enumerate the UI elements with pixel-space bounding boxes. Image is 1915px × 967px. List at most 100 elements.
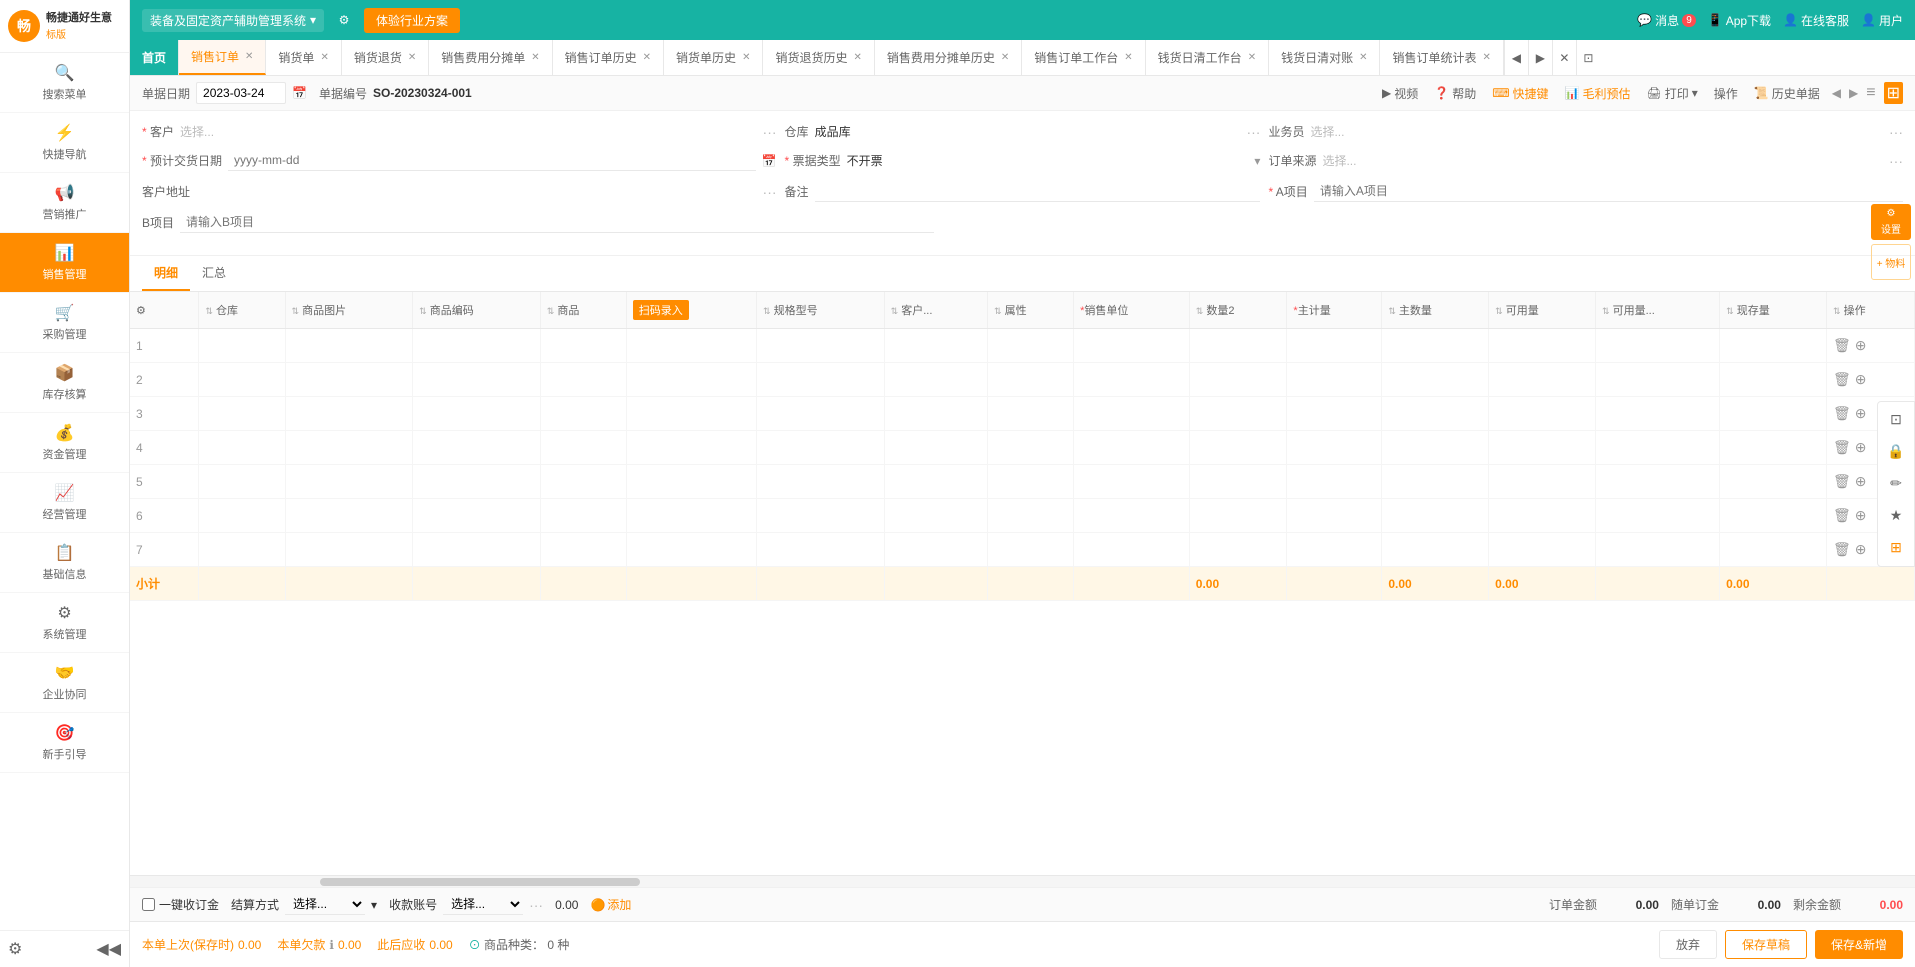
a-project-input[interactable] bbox=[1314, 181, 1903, 202]
tab-close-1[interactable]: ✕ bbox=[245, 51, 253, 62]
tab-5[interactable]: 销售订单历史✕ bbox=[553, 40, 664, 75]
history-button[interactable]: 📜 历史单据 bbox=[1750, 83, 1824, 104]
sidebar-item-库存核算[interactable]: 📦库存核算 bbox=[0, 353, 129, 413]
copy-icon[interactable]: ⊕ bbox=[1855, 337, 1867, 354]
tab-7[interactable]: 销货退货历史✕ bbox=[763, 40, 874, 75]
tab-nav-btn-0[interactable]: ◀ bbox=[1504, 40, 1528, 76]
copy-icon[interactable]: ⊕ bbox=[1855, 371, 1867, 388]
tab-close-12[interactable]: ✕ bbox=[1483, 52, 1491, 63]
tab-8[interactable]: 销售费用分摊单历史✕ bbox=[875, 40, 1022, 75]
tab-close-4[interactable]: ✕ bbox=[531, 52, 539, 63]
one-click-checkbox[interactable]: 一键收订金 bbox=[142, 896, 219, 913]
warehouse-more-icon[interactable]: ··· bbox=[1246, 124, 1260, 140]
list-view-icon[interactable]: ≡ bbox=[1866, 84, 1875, 102]
profit-button[interactable]: 📊 毛利预估 bbox=[1561, 83, 1635, 104]
delete-icon[interactable]: 🗑 bbox=[1833, 405, 1851, 422]
tab-close-2[interactable]: ✕ bbox=[320, 52, 328, 63]
tab-close-6[interactable]: ✕ bbox=[742, 52, 750, 63]
copy-icon[interactable]: ⊕ bbox=[1855, 405, 1867, 422]
col-header-unit[interactable]: *销售单位 bbox=[1074, 292, 1190, 329]
next-record-icon[interactable]: ▶ bbox=[1849, 86, 1858, 100]
tab-3[interactable]: 销货退货✕ bbox=[342, 40, 429, 75]
sidebar-item-系统管理[interactable]: ⚙系统管理 bbox=[0, 593, 129, 653]
col-header-main_unit[interactable]: *主计量 bbox=[1287, 292, 1382, 329]
gear-button[interactable]: ⚙ bbox=[332, 8, 356, 32]
staff-more-icon[interactable]: ··· bbox=[1889, 124, 1903, 140]
staff-select[interactable]: 选择... bbox=[1310, 123, 1883, 140]
col-header-product[interactable]: ⇅ 商品 bbox=[540, 292, 626, 329]
fr-icon-4[interactable]: ★ bbox=[1882, 502, 1910, 530]
col-header-image[interactable]: ⇅ 商品图片 bbox=[285, 292, 413, 329]
col-header-scan[interactable]: 扫码录入 bbox=[626, 292, 756, 329]
add-material-button[interactable]: + 物料 bbox=[1871, 244, 1911, 280]
order-source-dropdown-icon[interactable]: ··· bbox=[1889, 153, 1903, 169]
horizontal-scrollbar[interactable] bbox=[130, 875, 1915, 887]
help-button[interactable]: ❓ 帮助 bbox=[1430, 83, 1480, 104]
customer-more-icon[interactable]: ··· bbox=[763, 124, 777, 140]
sidebar-item-新手引导[interactable]: 🎯新手引导 bbox=[0, 713, 129, 773]
copy-icon[interactable]: ⊕ bbox=[1855, 541, 1867, 558]
online-service-button[interactable]: 👤 在线客服 bbox=[1783, 12, 1849, 29]
goods-icon[interactable]: ⊙ bbox=[469, 938, 481, 952]
tab-0[interactable]: 首页 bbox=[130, 40, 179, 75]
fr-icon-3[interactable]: ✏ bbox=[1882, 470, 1910, 498]
date-input[interactable] bbox=[196, 82, 286, 104]
order-source-select[interactable]: 选择... bbox=[1322, 152, 1883, 169]
col-header-spec[interactable]: ⇅ 规格型号 bbox=[757, 292, 885, 329]
table-container[interactable]: ⚙⇅ 仓库⇅ 商品图片⇅ 商品编码⇅ 商品扫码录入⇅ 规格型号⇅ 客户...⇅ … bbox=[130, 292, 1915, 875]
cell-1-ops[interactable]: 🗑⊕ bbox=[1827, 329, 1915, 363]
user-button[interactable]: 👤 用户 bbox=[1861, 12, 1903, 29]
fr-icon-2[interactable]: 🔒 bbox=[1882, 438, 1910, 466]
delete-icon[interactable]: 🗑 bbox=[1833, 473, 1851, 490]
settings-icon[interactable]: ⚙ bbox=[8, 939, 22, 959]
sidebar-item-采购管理[interactable]: 🛒采购管理 bbox=[0, 293, 129, 353]
customer-select[interactable]: 选择... bbox=[180, 123, 757, 140]
tab-close-10[interactable]: ✕ bbox=[1248, 52, 1256, 63]
invoice-type-value[interactable]: 不开票 bbox=[847, 152, 1249, 169]
delivery-calendar-icon[interactable]: 📅 bbox=[762, 154, 777, 168]
tab-11[interactable]: 钱货日清对账✕ bbox=[1269, 40, 1380, 75]
save-draft-button[interactable]: 保存草稿 bbox=[1725, 930, 1807, 959]
tab-9[interactable]: 销售订单工作台✕ bbox=[1022, 40, 1145, 75]
col-header-main_qty[interactable]: ⇅ 主数量 bbox=[1382, 292, 1489, 329]
delivery-date-input[interactable] bbox=[228, 150, 756, 171]
credit-icon[interactable]: ℹ bbox=[329, 938, 334, 952]
sidebar-item-快捷导航[interactable]: ⚡快捷导航 bbox=[0, 113, 129, 173]
tab-1[interactable]: 销售订单✕ bbox=[179, 40, 266, 75]
delete-icon[interactable]: 🗑 bbox=[1833, 439, 1851, 456]
address-more-icon[interactable]: ··· bbox=[763, 184, 777, 200]
sidebar-item-基础信息[interactable]: 📋基础信息 bbox=[0, 533, 129, 593]
calendar-icon[interactable]: 📅 bbox=[292, 86, 307, 100]
tab-4[interactable]: 销售费用分摊单✕ bbox=[429, 40, 552, 75]
operation-button[interactable]: 操作 bbox=[1710, 83, 1742, 104]
message-button[interactable]: 💬 消息 9 bbox=[1637, 12, 1696, 29]
add-settlement-button[interactable]: 🟠 添加 bbox=[590, 896, 631, 913]
industry-button[interactable]: 体验行业方案 bbox=[364, 8, 460, 33]
system-selector[interactable]: 装备及固定资产辅助管理系统 ▾ bbox=[142, 9, 324, 32]
col-header-available2[interactable]: ⇅ 可用量... bbox=[1596, 292, 1720, 329]
delete-icon[interactable]: 🗑 bbox=[1833, 541, 1851, 558]
col-header-available[interactable]: ⇅ 可用量 bbox=[1489, 292, 1596, 329]
bank-account-select[interactable]: 选择... bbox=[443, 894, 523, 915]
tab-close-8[interactable]: ✕ bbox=[1001, 52, 1009, 63]
content-tab-汇总[interactable]: 汇总 bbox=[190, 256, 238, 291]
card-view-icon[interactable]: ⊞ bbox=[1884, 82, 1903, 104]
sidebar-item-经营管理[interactable]: 📈经营管理 bbox=[0, 473, 129, 533]
delete-icon[interactable]: 🗑 bbox=[1833, 507, 1851, 524]
col-header-stock[interactable]: ⇅ 现存量 bbox=[1720, 292, 1827, 329]
tab-close-7[interactable]: ✕ bbox=[853, 52, 861, 63]
one-click-input[interactable] bbox=[142, 898, 155, 911]
cell-2-ops[interactable]: 🗑⊕ bbox=[1827, 363, 1915, 397]
tab-nav-btn-3[interactable]: ⊡ bbox=[1576, 40, 1600, 76]
delete-icon[interactable]: 🗑 bbox=[1833, 337, 1851, 354]
tab-12[interactable]: 销售订单统计表✕ bbox=[1380, 40, 1503, 75]
shortcut-button[interactable]: ⌨ 快捷键 bbox=[1488, 83, 1552, 104]
sidebar-item-营销推广[interactable]: 📢营销推广 bbox=[0, 173, 129, 233]
tab-close-9[interactable]: ✕ bbox=[1124, 52, 1132, 63]
tab-nav-btn-1[interactable]: ▶ bbox=[1528, 40, 1552, 76]
collapse-icon[interactable]: ◀◀ bbox=[96, 939, 121, 959]
copy-icon[interactable]: ⊕ bbox=[1855, 473, 1867, 490]
prev-record-icon[interactable]: ◀ bbox=[1832, 86, 1841, 100]
bank-more-icon[interactable]: ··· bbox=[529, 897, 543, 913]
warehouse-value[interactable]: 成品库 bbox=[815, 123, 1241, 140]
